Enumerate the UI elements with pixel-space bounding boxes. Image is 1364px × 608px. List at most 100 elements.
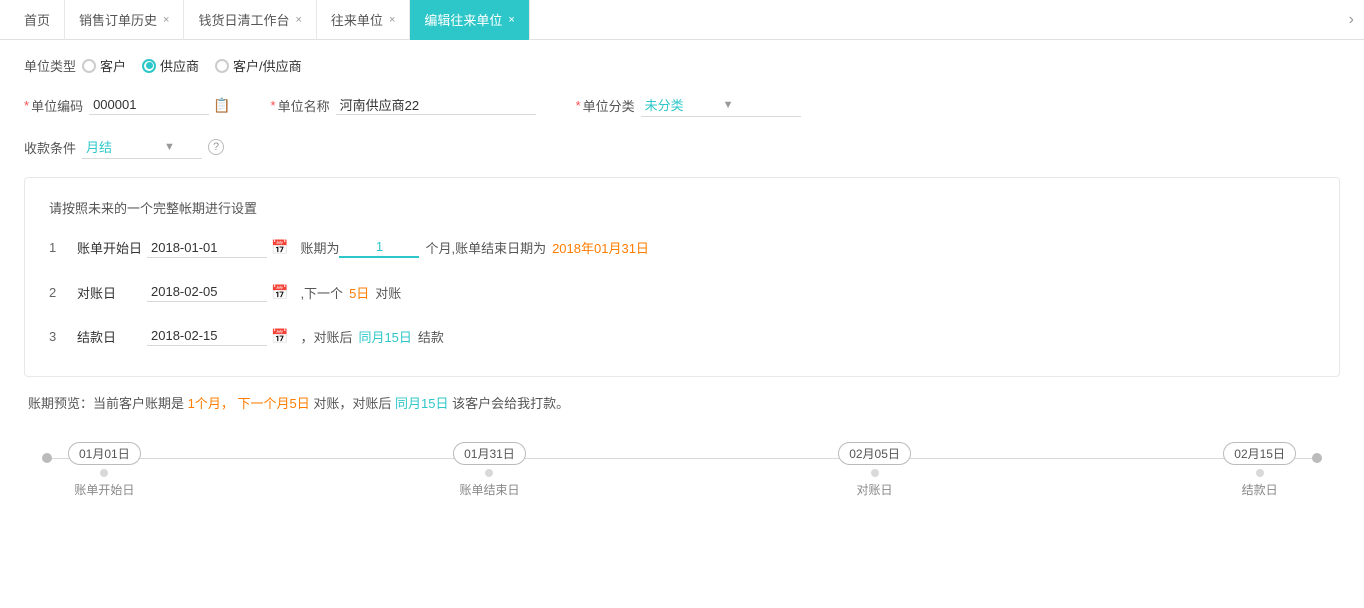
timeline-node-reconcile: 02月05日 对账日 <box>838 442 911 498</box>
timeline-dot-payment <box>1256 469 1264 477</box>
unit-code-input[interactable] <box>89 95 209 115</box>
unit-code-label: 单位编码 <box>31 96 83 115</box>
payment-prefix: ，对账后 <box>300 327 352 346</box>
code-name-category-row: * 单位编码 📋 * 单位名称 * 单位分类 未分类 ▼ <box>24 93 1340 117</box>
payment-date-row: 3 结款日 📅 ，对账后 同月15日 结款 <box>49 326 1315 346</box>
radio-both[interactable]: 客户/供应商 <box>215 56 302 75</box>
end-date-display: 2018年01月31日 <box>552 238 649 257</box>
start-date-label: 账单开始日 <box>77 238 147 257</box>
tab-edit-partner[interactable]: 编辑往来单位 × <box>410 0 529 40</box>
period-prefix: 账期为 <box>300 238 339 257</box>
unit-name-input[interactable] <box>336 95 536 115</box>
payment-terms-value: 月结 <box>82 135 162 158</box>
row-num-3: 3 <box>49 329 77 344</box>
period-suffix: 个月,账单结束日期为 <box>425 238 546 257</box>
unit-code-copy-icon[interactable]: 📋 <box>213 97 230 114</box>
timeline-container: 01月01日 账单开始日 01月31日 账单结束日 02月05日 对账日 02月… <box>28 442 1336 498</box>
tab-cash-work-label: 钱货日清工作台 <box>198 10 289 29</box>
unit-name-label: 单位名称 <box>278 96 330 115</box>
timeline-node-payment: 02月15日 结款日 <box>1223 442 1296 498</box>
timeline-dot-start <box>100 469 108 477</box>
timeline-label-start: 账单开始日 <box>74 481 134 498</box>
timeline-node-start: 01月01日 账单开始日 <box>68 442 141 498</box>
tab-sales-history[interactable]: 销售订单历史 × <box>65 0 184 40</box>
radio-supplier-label: 供应商 <box>160 56 199 75</box>
radio-group: 客户 供应商 客户/供应商 <box>82 56 302 75</box>
timeline-badge-end: 01月31日 <box>453 442 526 465</box>
payment-date-label: 结款日 <box>77 327 147 346</box>
payment-date-cal-icon[interactable]: 📅 <box>271 328 288 345</box>
timeline-badge-reconcile: 02月05日 <box>838 442 911 465</box>
radio-supplier-circle <box>142 59 156 73</box>
timeline-label-payment: 结款日 <box>1242 481 1278 498</box>
payment-terms-dropdown[interactable]: 月结 ▼ <box>82 135 202 159</box>
start-date-cal-icon[interactable]: 📅 <box>271 239 288 256</box>
timeline-badge-start: 01月01日 <box>68 442 141 465</box>
tab-more-button[interactable]: › <box>1339 11 1364 29</box>
payment-terms-arrow-icon: ▼ <box>164 141 175 153</box>
preview-text-container: 账期预览：当前客户账期是 1个月， 下一个月5日 对账，对账后 同月15日 该客… <box>28 393 1336 412</box>
unit-type-label: 单位类型 <box>24 56 76 75</box>
payment-suffix: 结款 <box>418 327 444 346</box>
period-input[interactable] <box>339 237 419 258</box>
start-date-input[interactable] <box>147 238 267 258</box>
tab-home[interactable]: 首页 <box>10 0 65 40</box>
unit-type-row: 单位类型 客户 供应商 客户/供应商 <box>24 56 1340 75</box>
reconcile-date-label: 对账日 <box>77 283 147 302</box>
timeline-dot-reconcile <box>871 469 879 477</box>
unit-category-label: 单位分类 <box>583 96 635 115</box>
timeline-nodes: 01月01日 账单开始日 01月31日 账单结束日 02月05日 对账日 02月… <box>48 442 1316 498</box>
tab-edit-partner-label: 编辑往来单位 <box>424 10 502 29</box>
section-title: 请按照未来的一个完整帐期进行设置 <box>49 198 1315 217</box>
tab-partner[interactable]: 往来单位 × <box>317 0 410 40</box>
close-cash-work-icon[interactable]: × <box>295 14 301 26</box>
close-sales-history-icon[interactable]: × <box>163 14 169 26</box>
radio-customer-circle <box>82 59 96 73</box>
row-num-2: 2 <box>49 285 77 300</box>
unit-category-value: 未分类 <box>641 93 721 116</box>
tab-cash-work[interactable]: 钱货日清工作台 × <box>184 0 316 40</box>
timeline-label-reconcile: 对账日 <box>857 481 893 498</box>
payment-date-input[interactable] <box>147 326 267 346</box>
main-content: 单位类型 客户 供应商 客户/供应商 * 单位编码 📋 * 单位名称 <box>0 40 1364 608</box>
tab-home-label: 首页 <box>24 10 50 29</box>
preview-mid: 对账，对账后 <box>313 396 391 411</box>
unit-category-dropdown[interactable]: 未分类 ▼ <box>641 93 801 117</box>
start-date-row: 1 账单开始日 📅 账期为 个月,账单结束日期为 2018年01月31日 <box>49 237 1315 258</box>
unit-code-group: * 单位编码 📋 <box>24 95 231 115</box>
radio-both-circle <box>215 59 229 73</box>
payment-terms-row: 收款条件 月结 ▼ ? <box>24 135 1340 159</box>
tab-sales-history-label: 销售订单历史 <box>79 10 157 29</box>
preview-section: 账期预览：当前客户账期是 1个月， 下一个月5日 对账，对账后 同月15日 该客… <box>24 393 1340 498</box>
radio-customer-label: 客户 <box>100 56 126 75</box>
unit-category-star: * <box>576 98 581 113</box>
timeline-node-end: 01月31日 账单结束日 <box>453 442 526 498</box>
payment-terms-help-icon[interactable]: ? <box>208 139 224 155</box>
preview-period: 1个月， <box>188 396 234 411</box>
radio-customer[interactable]: 客户 <box>82 56 126 75</box>
preview-end: 该客户会给我打款。 <box>452 396 569 411</box>
payment-terms-label: 收款条件 <box>24 138 76 157</box>
close-edit-partner-icon[interactable]: × <box>508 14 514 26</box>
reconcile-date-input[interactable] <box>147 282 267 302</box>
reconcile-prefix: ,下一个 <box>300 283 343 302</box>
tab-bar: 首页 销售订单历史 × 钱货日清工作台 × 往来单位 × 编辑往来单位 × › <box>0 0 1364 40</box>
preview-reconcile: 下一个月5日 <box>238 396 310 411</box>
preview-payment: 同月15日 <box>395 396 448 411</box>
radio-supplier[interactable]: 供应商 <box>142 56 199 75</box>
timeline-label-end: 账单结束日 <box>459 481 519 498</box>
unit-category-group: * 单位分类 未分类 ▼ <box>576 93 801 117</box>
timeline-dot-end <box>485 469 493 477</box>
payment-highlight: 同月15日 <box>358 327 411 346</box>
unit-name-group: * 单位名称 <box>271 95 536 115</box>
reconcile-date-cal-icon[interactable]: 📅 <box>271 284 288 301</box>
close-partner-icon[interactable]: × <box>389 14 395 26</box>
reconcile-suffix: 对账 <box>375 283 401 302</box>
period-section: 请按照未来的一个完整帐期进行设置 1 账单开始日 📅 账期为 个月,账单结束日期… <box>24 177 1340 377</box>
radio-both-label: 客户/供应商 <box>233 56 302 75</box>
reconcile-highlight: 5日 <box>349 283 369 302</box>
timeline-badge-payment: 02月15日 <box>1223 442 1296 465</box>
tab-partner-label: 往来单位 <box>331 10 383 29</box>
unit-code-star: * <box>24 98 29 113</box>
unit-category-arrow-icon: ▼ <box>723 99 734 111</box>
